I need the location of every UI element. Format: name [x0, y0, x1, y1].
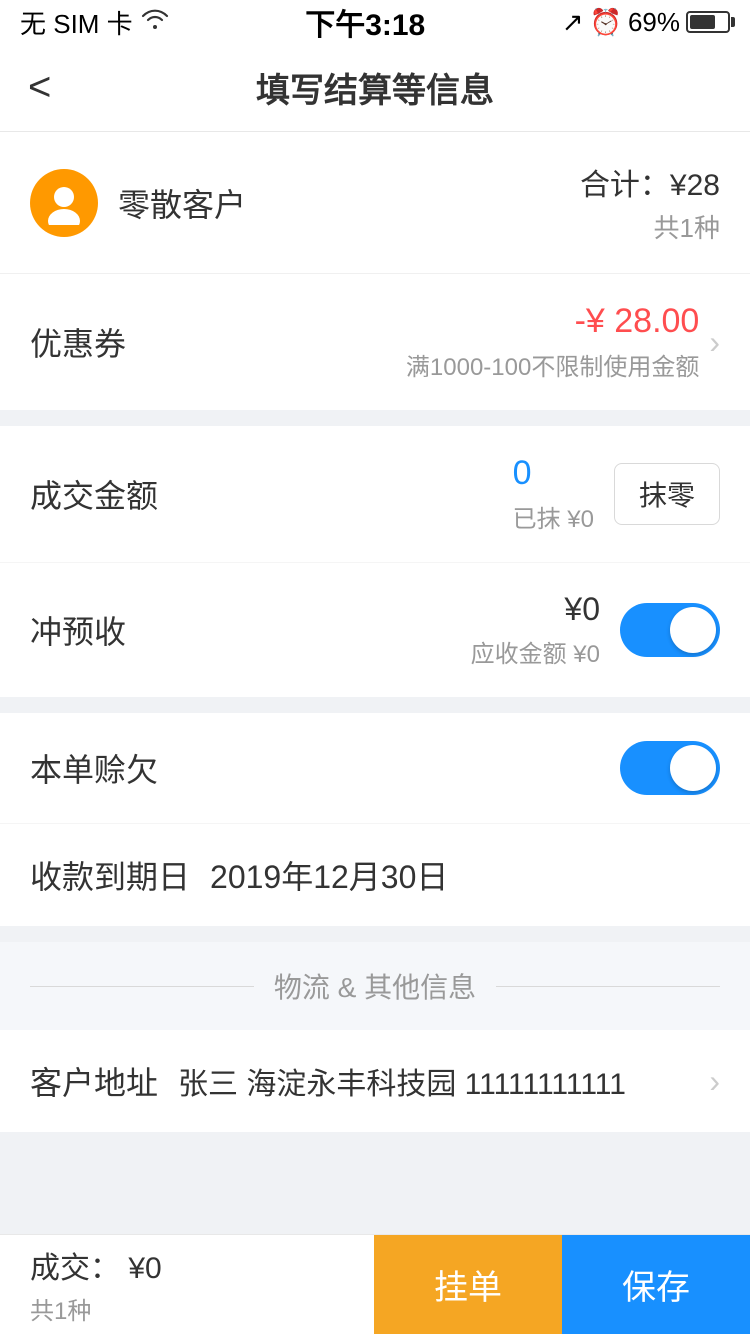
prepay-info: ¥0 应收金额 ¥0	[471, 591, 600, 669]
avatar	[30, 169, 98, 237]
coupon-desc: 满1000-100不限制使用金额	[406, 347, 699, 382]
customer-name: 零散客户	[118, 180, 246, 226]
bottom-bar: 成交： ¥0 共1种 挂单 保存	[0, 1234, 750, 1334]
bottom-summary-sub: 共1种	[30, 1291, 344, 1326]
due-date-label: 收款到期日	[30, 852, 190, 898]
transaction-amount-sub: 已抹 ¥0	[513, 499, 594, 534]
status-left: 无 SIM 卡	[20, 4, 169, 41]
address-chevron-icon: ›	[709, 1063, 720, 1100]
transaction-section: 成交金额 0 已抹 ¥0 抹零 冲预收 ¥0 应收金额 ¥0	[0, 426, 750, 697]
coupon-right: -¥ 28.00 满1000-100不限制使用金额 ›	[406, 302, 720, 382]
prepay-toggle[interactable]	[620, 603, 720, 657]
coupon-amount: -¥ 28.00	[406, 302, 699, 341]
debt-section: 本单赊欠 收款到期日 2019年12月30日	[0, 713, 750, 926]
alarm-icon: ⏰	[590, 7, 622, 38]
prepay-row: 冲预收 ¥0 应收金额 ¥0	[0, 563, 750, 697]
logistics-divider: 物流 & 其他信息	[0, 942, 750, 1030]
location-icon: ↗	[562, 7, 584, 38]
address-section: 客户地址 张三 海淀永丰科技园 11111111111 ›	[0, 1030, 750, 1132]
save-button[interactable]: 保存	[562, 1235, 750, 1334]
transaction-amount-value[interactable]: 0	[513, 454, 594, 493]
address-label: 客户地址	[30, 1058, 158, 1104]
carrier-text: 无 SIM 卡	[20, 4, 133, 41]
customer-summary: 合计：¥28 共1种	[580, 160, 720, 245]
coupon-label: 优惠券	[30, 319, 126, 365]
address-row[interactable]: 客户地址 张三 海淀永丰科技园 11111111111 ›	[0, 1030, 750, 1132]
transaction-amount-row: 成交金额 0 已抹 ¥0 抹零	[0, 426, 750, 563]
customer-left: 零散客户	[30, 169, 246, 237]
bottom-summary-main: 成交： ¥0	[30, 1243, 344, 1287]
transaction-amount-right: 0 已抹 ¥0 抹零	[513, 454, 720, 534]
customer-section: 零散客户 合计：¥28 共1种 优惠券 -¥ 28.00 满1000-100不限…	[0, 132, 750, 410]
round-off-button[interactable]: 抹零	[614, 463, 720, 525]
debt-toggle[interactable]	[620, 741, 720, 795]
prepay-right: ¥0 应收金额 ¥0	[471, 591, 720, 669]
back-button[interactable]: <	[28, 65, 51, 110]
coupon-info: -¥ 28.00 满1000-100不限制使用金额	[406, 302, 699, 382]
page-title: 填写结算等信息	[256, 63, 494, 112]
battery-text: 69%	[628, 7, 680, 38]
logistics-label: 物流 & 其他信息	[274, 966, 476, 1006]
nav-bar: < 填写结算等信息	[0, 44, 750, 132]
status-time: 下午3:18	[305, 0, 425, 44]
total-count: 共1种	[580, 208, 720, 245]
address-value: 张三 海淀永丰科技园 11111111111	[158, 1059, 709, 1103]
prepay-amount: ¥0	[471, 591, 600, 628]
status-right: ↗ ⏰ 69%	[562, 7, 730, 38]
divider-right	[496, 986, 720, 987]
due-date-value[interactable]: 2019年12月30日	[210, 852, 448, 898]
debt-toggle-knob	[670, 745, 716, 791]
toggle-knob	[670, 607, 716, 653]
transaction-amount-info: 0 已抹 ¥0	[513, 454, 594, 534]
debt-row: 本单赊欠	[0, 713, 750, 824]
pending-button[interactable]: 挂单	[374, 1235, 562, 1334]
total-amount: 合计：¥28	[580, 160, 720, 204]
status-bar: 无 SIM 卡 下午3:18 ↗ ⏰ 69%	[0, 0, 750, 44]
customer-row: 零散客户 合计：¥28 共1种	[0, 132, 750, 273]
divider-left	[30, 986, 254, 987]
transaction-amount-label: 成交金额	[30, 471, 158, 517]
wifi-icon	[141, 7, 169, 38]
prepay-sub: 应收金额 ¥0	[471, 634, 600, 669]
debt-label: 本单赊欠	[30, 745, 158, 791]
bottom-summary: 成交： ¥0 共1种	[0, 1243, 374, 1326]
coupon-row[interactable]: 优惠券 -¥ 28.00 满1000-100不限制使用金额 ›	[0, 273, 750, 410]
battery-icon	[686, 11, 730, 33]
prepay-label: 冲预收	[30, 607, 126, 653]
due-date-row: 收款到期日 2019年12月30日	[0, 824, 750, 926]
coupon-chevron-icon: ›	[709, 324, 720, 361]
